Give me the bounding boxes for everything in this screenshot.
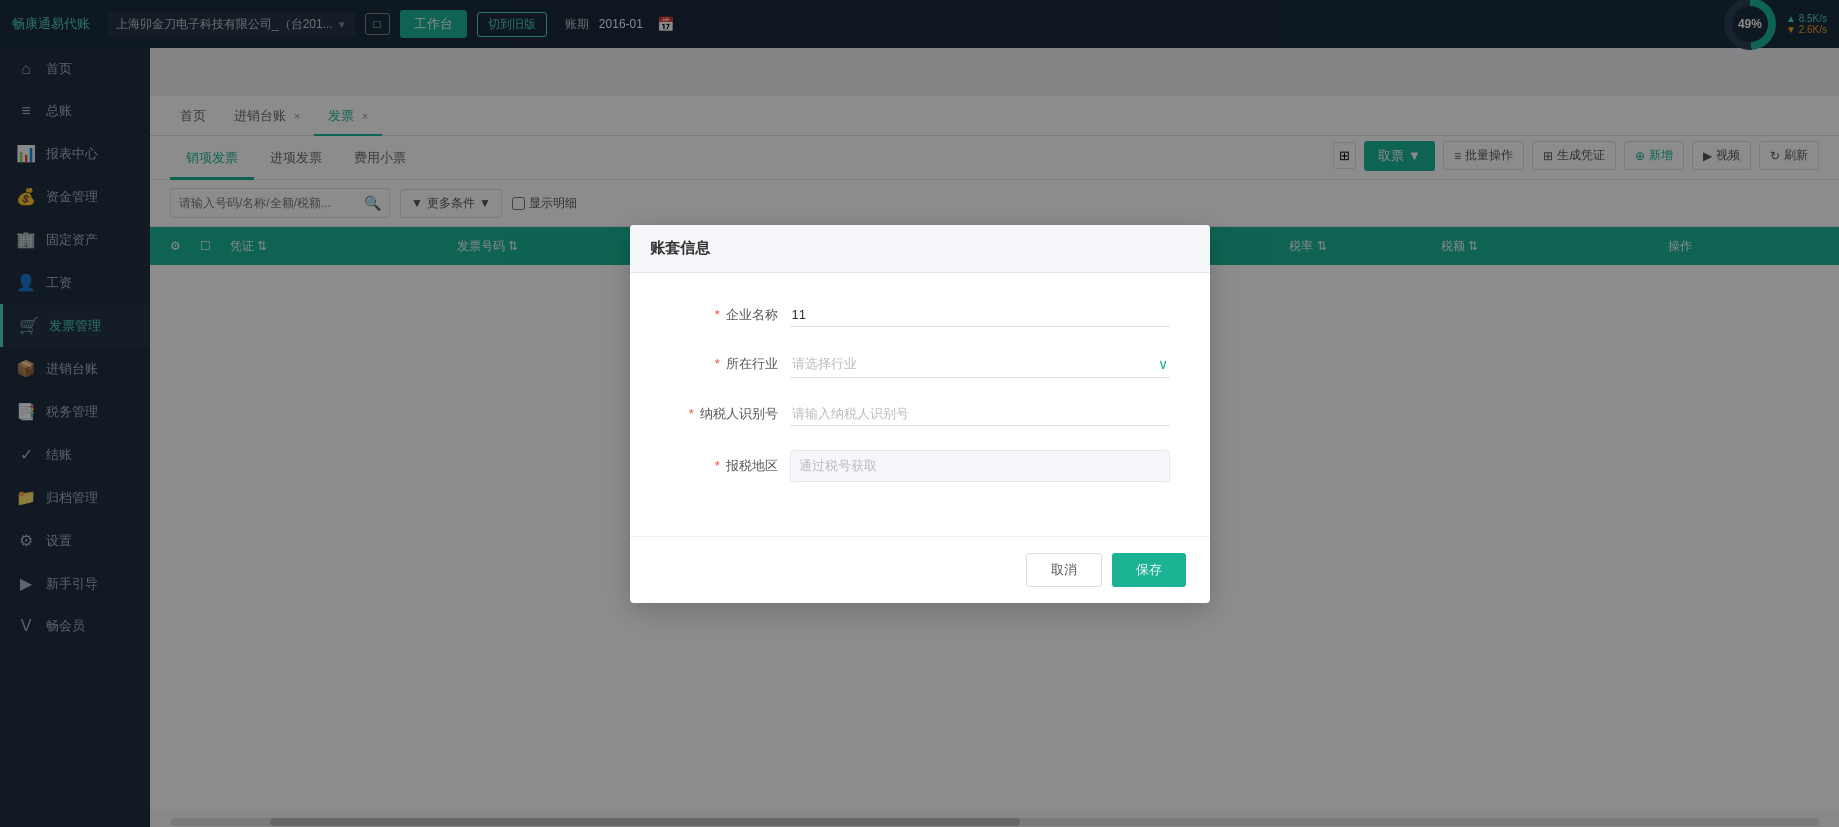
tax-id-input[interactable] <box>790 402 1170 426</box>
tax-region-input: 通过税号获取 <box>790 450 1170 482</box>
industry-chevron-icon: ∨ <box>1158 356 1168 372</box>
dialog-footer: 取消 保存 <box>630 536 1210 603</box>
industry-label: * 所在行业 <box>670 355 790 373</box>
industry-select-wrap[interactable]: 请选择行业 ∨ <box>790 351 1170 378</box>
required-star: * <box>715 307 720 322</box>
tax-region-label: * 报税地区 <box>670 457 790 475</box>
dialog-title: 账套信息 <box>630 225 1210 273</box>
company-name-input[interactable] <box>790 303 1170 327</box>
company-name-label: * 企业名称 <box>670 306 790 324</box>
cancel-button[interactable]: 取消 <box>1026 553 1102 587</box>
account-info-dialog: 账套信息 * 企业名称 * 所在行业 请选择行业 ∨ * 纳税人识别 <box>630 225 1210 603</box>
form-row-industry: * 所在行业 请选择行业 ∨ <box>670 351 1170 378</box>
required-star-3: * <box>689 406 694 421</box>
form-row-company: * 企业名称 <box>670 303 1170 327</box>
tax-id-label: * 纳税人识别号 <box>670 405 790 423</box>
save-button[interactable]: 保存 <box>1112 553 1186 587</box>
required-star-2: * <box>715 356 720 371</box>
form-row-tax-region: * 报税地区 通过税号获取 <box>670 450 1170 482</box>
form-row-tax-id: * 纳税人识别号 <box>670 402 1170 426</box>
dialog-body: * 企业名称 * 所在行业 请选择行业 ∨ * 纳税人识别号 <box>630 273 1210 536</box>
industry-placeholder: 请选择行业 <box>792 355 1158 373</box>
required-star-4: * <box>715 458 720 473</box>
